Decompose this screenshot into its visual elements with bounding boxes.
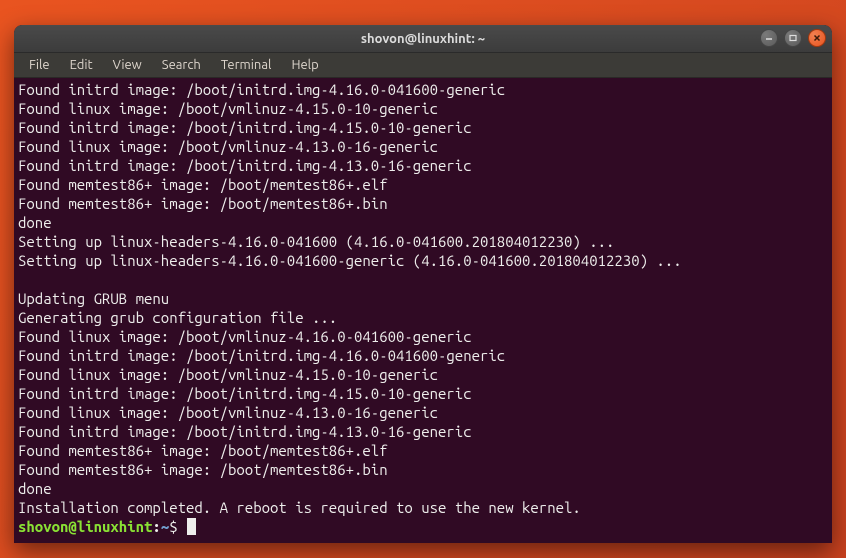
output-line: Found linux image: /boot/vmlinuz-4.13.0-… bbox=[18, 137, 828, 156]
prompt-user-host: shovon@linuxhint bbox=[18, 518, 152, 535]
minimize-button[interactable] bbox=[760, 29, 778, 47]
prompt-path: ~ bbox=[161, 518, 169, 535]
menu-terminal[interactable]: Terminal bbox=[212, 55, 281, 75]
output-line: Found memtest86+ image: /boot/memtest86+… bbox=[18, 175, 828, 194]
output-line: Found initrd image: /boot/initrd.img-4.1… bbox=[18, 80, 828, 99]
output-line bbox=[18, 270, 828, 289]
menubar: File Edit View Search Terminal Help bbox=[14, 53, 832, 78]
output-line: Found initrd image: /boot/initrd.img-4.1… bbox=[18, 422, 828, 441]
output-line: done bbox=[18, 479, 828, 498]
output-line: Updating GRUB menu bbox=[18, 289, 828, 308]
output-line: Found memtest86+ image: /boot/memtest86+… bbox=[18, 441, 828, 460]
cursor bbox=[187, 518, 196, 535]
menu-search[interactable]: Search bbox=[153, 55, 210, 75]
terminal-window: shovon@linuxhint: ~ File Edit View Searc… bbox=[14, 25, 832, 543]
output-line: Setting up linux-headers-4.16.0-041600-g… bbox=[18, 251, 828, 270]
output-line: done bbox=[18, 213, 828, 232]
terminal-body[interactable]: Found initrd image: /boot/initrd.img-4.1… bbox=[14, 78, 832, 543]
minimize-icon bbox=[764, 33, 774, 43]
menu-help[interactable]: Help bbox=[282, 55, 327, 75]
output-line: Found initrd image: /boot/initrd.img-4.1… bbox=[18, 346, 828, 365]
output-line: Found initrd image: /boot/initrd.img-4.1… bbox=[18, 118, 828, 137]
output-line: Found linux image: /boot/vmlinuz-4.15.0-… bbox=[18, 99, 828, 118]
output-line: Generating grub configuration file ... bbox=[18, 308, 828, 327]
output-line: Found linux image: /boot/vmlinuz-4.16.0-… bbox=[18, 327, 828, 346]
window-title: shovon@linuxhint: ~ bbox=[361, 32, 485, 46]
window-controls bbox=[760, 29, 826, 47]
menu-file[interactable]: File bbox=[20, 55, 59, 75]
titlebar[interactable]: shovon@linuxhint: ~ bbox=[14, 25, 832, 53]
maximize-icon bbox=[788, 33, 798, 43]
close-button[interactable] bbox=[808, 29, 826, 47]
output-line: Installation completed. A reboot is requ… bbox=[18, 498, 828, 517]
output-line: Found initrd image: /boot/initrd.img-4.1… bbox=[18, 156, 828, 175]
output-line: Found linux image: /boot/vmlinuz-4.13.0-… bbox=[18, 403, 828, 422]
maximize-button[interactable] bbox=[784, 29, 802, 47]
output-line: Setting up linux-headers-4.16.0-041600 (… bbox=[18, 232, 828, 251]
close-icon bbox=[812, 33, 822, 43]
menu-edit[interactable]: Edit bbox=[61, 55, 102, 75]
prompt-symbol: $ bbox=[169, 518, 177, 535]
menu-view[interactable]: View bbox=[104, 55, 151, 75]
prompt-line: shovon@linuxhint:~$ bbox=[18, 517, 828, 536]
prompt-colon: : bbox=[152, 518, 160, 535]
output-line: Found initrd image: /boot/initrd.img-4.1… bbox=[18, 384, 828, 403]
output-line: Found memtest86+ image: /boot/memtest86+… bbox=[18, 460, 828, 479]
output-line: Found linux image: /boot/vmlinuz-4.15.0-… bbox=[18, 365, 828, 384]
output-line: Found memtest86+ image: /boot/memtest86+… bbox=[18, 194, 828, 213]
